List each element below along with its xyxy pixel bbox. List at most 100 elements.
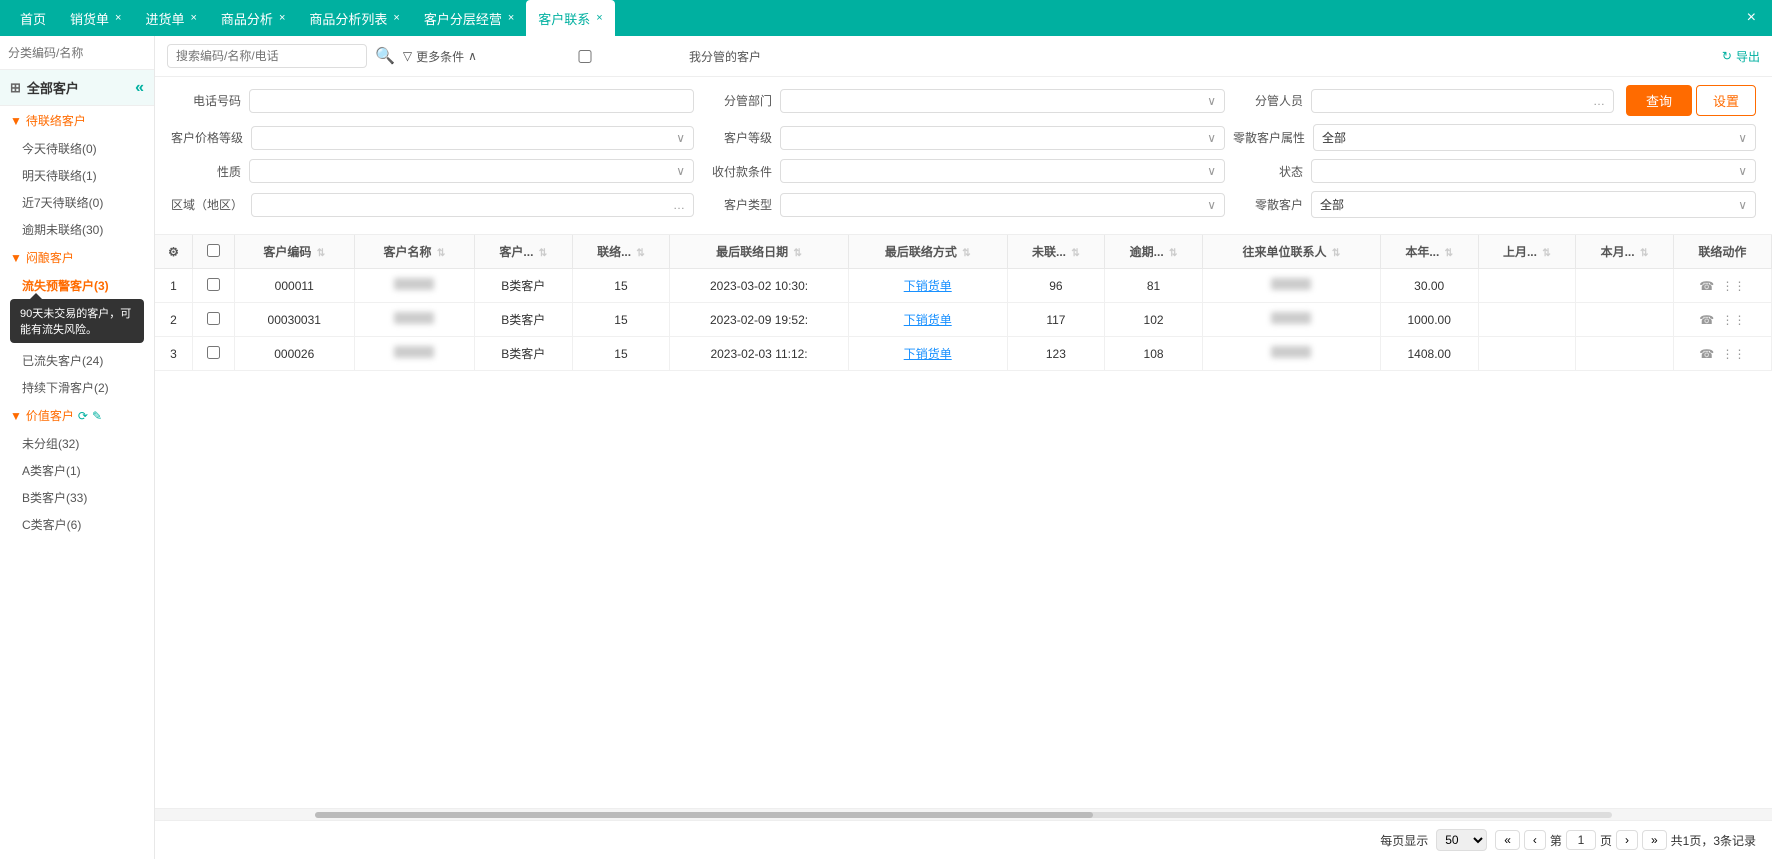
page-first-btn[interactable]: « [1495, 830, 1520, 850]
col-this-month[interactable]: 本月... ⇅ [1576, 235, 1674, 269]
per-page-select[interactable]: 50 100 200 [1436, 829, 1487, 851]
collapse-icon[interactable]: « [135, 79, 144, 97]
cell-method-3[interactable]: 下销货单 [848, 337, 1007, 371]
sidebar-all-customers[interactable]: ⊞ 全部客户 « [0, 70, 154, 106]
action-icon-2a[interactable]: ☎ [1699, 313, 1714, 327]
filter-person-select[interactable]: … [1311, 89, 1614, 113]
tab-analysis-list-close[interactable]: × [393, 12, 399, 24]
col-person[interactable]: 往来单位联系人 ⇅ [1202, 235, 1380, 269]
row-checkbox-3[interactable] [207, 346, 220, 359]
filter-retail-customer-select[interactable]: 全部 ∨ [1311, 191, 1756, 218]
more-icon-person: … [1593, 94, 1605, 108]
sidebar-search-input[interactable] [8, 46, 155, 60]
cell-date-2: 2023-02-09 19:52: [670, 303, 849, 337]
row-checkbox-1[interactable] [207, 278, 220, 291]
col-type[interactable]: 客户... ⇅ [474, 235, 572, 269]
settings-button[interactable]: 设置 [1696, 85, 1756, 116]
export-button[interactable]: ↻ 导出 [1722, 48, 1760, 65]
filter-status-label: 状态 [1233, 163, 1303, 180]
scrollbar-thumb[interactable] [315, 812, 1093, 818]
col-name[interactable]: 客户名称 ⇅ [354, 235, 474, 269]
page-prev-btn[interactable]: ‹ [1524, 830, 1546, 850]
tab-customer-tier[interactable]: 客户分层经营 × [412, 0, 526, 36]
sidebar-item-class-c[interactable]: C类客户(6) [0, 511, 154, 538]
col-uncontacted[interactable]: 未联... ⇅ [1007, 235, 1105, 269]
filter-retail-attr-select[interactable]: 全部 ∨ [1313, 124, 1756, 151]
cell-year-1: 30.00 [1380, 269, 1478, 303]
query-button[interactable]: 查询 [1626, 85, 1692, 116]
sidebar-group-value-title[interactable]: ▼ 价值客户 ⟳ ✎ [0, 401, 154, 430]
select-all-checkbox[interactable] [207, 244, 220, 257]
export-icon: ↻ [1722, 49, 1732, 63]
settings-icon[interactable]: ⚙ [168, 245, 179, 259]
tab-purchase[interactable]: 进货单 × [133, 0, 208, 36]
tab-home[interactable]: 首页 [8, 0, 58, 36]
tab-purchase-close[interactable]: × [190, 12, 196, 24]
filter-region-select[interactable]: … [251, 193, 694, 217]
col-last-date[interactable]: 最后联络日期 ⇅ [670, 235, 849, 269]
col-last-method[interactable]: 最后联络方式 ⇅ [848, 235, 1007, 269]
sidebar-group-pending-title[interactable]: ▼ 待联络客户 [0, 106, 154, 135]
search-button[interactable]: 🔍 [375, 46, 395, 66]
filter-dept-select[interactable]: ∨ [780, 89, 1225, 113]
current-page[interactable]: 1 [1566, 830, 1596, 850]
search-input[interactable] [167, 44, 367, 68]
tab-analysis-close[interactable]: × [279, 12, 285, 24]
sidebar-item-class-b[interactable]: B类客户(33) [0, 484, 154, 511]
filter-price-level-select[interactable]: ∨ [251, 126, 694, 150]
action-icon-1b[interactable]: ⋮⋮ [1722, 279, 1746, 293]
horizontal-scrollbar[interactable] [155, 808, 1772, 820]
my-customers-checkbox[interactable] [485, 50, 685, 63]
col-contact[interactable]: 联络... ⇅ [572, 235, 670, 269]
col-check[interactable] [192, 235, 234, 269]
col-code[interactable]: 客户编码 ⇅ [234, 235, 354, 269]
action-icon-3b[interactable]: ⋮⋮ [1722, 347, 1746, 361]
window-close[interactable]: × [1739, 9, 1764, 27]
sidebar-group-churn-title[interactable]: ▼ 闷酿客户 [0, 243, 154, 272]
cell-method-1[interactable]: 下销货单 [848, 269, 1007, 303]
cell-check-3[interactable] [192, 337, 234, 371]
cell-check-1[interactable] [192, 269, 234, 303]
sidebar-item-today[interactable]: 今天待联络(0) [0, 135, 154, 162]
my-customers-checkbox-label[interactable]: 我分管的客户 [485, 48, 761, 65]
tab-analysis[interactable]: 商品分析 × [209, 0, 297, 36]
filter-customer-type-select[interactable]: ∨ [780, 193, 1225, 217]
filter-nature-select[interactable]: ∨ [249, 159, 694, 183]
tab-analysis-list[interactable]: 商品分析列表 × [297, 0, 411, 36]
col-last-month[interactable]: 上月... ⇅ [1478, 235, 1576, 269]
sidebar-item-class-a[interactable]: A类客户(1) [0, 457, 154, 484]
tab-customer-contact[interactable]: 客户联系 × [526, 0, 614, 36]
tab-sales-close[interactable]: × [115, 12, 121, 24]
page-last-btn[interactable]: » [1642, 830, 1667, 850]
cell-contact-1: 15 [572, 269, 670, 303]
cell-method-2[interactable]: 下销货单 [848, 303, 1007, 337]
cell-check-2[interactable] [192, 303, 234, 337]
action-icon-2b[interactable]: ⋮⋮ [1722, 313, 1746, 327]
sidebar-item-churn-warning[interactable]: 流失预警客户(3) [0, 272, 154, 299]
filter-phone-input[interactable] [249, 89, 694, 113]
tab-customer-tier-close[interactable]: × [508, 12, 514, 24]
col-this-year[interactable]: 本年... ⇅ [1380, 235, 1478, 269]
sidebar-item-lost[interactable]: 已流失客户(24) [0, 347, 154, 374]
action-icon-1a[interactable]: ☎ [1699, 279, 1714, 293]
sidebar-item-declining[interactable]: 持续下滑客户(2) [0, 374, 154, 401]
sidebar-item-overdue[interactable]: 逾期未联络(30) [0, 216, 154, 243]
refresh-icon[interactable]: ⟳ [78, 409, 88, 423]
edit-icon[interactable]: ✎ [92, 409, 102, 423]
cell-month-3 [1576, 337, 1674, 371]
sidebar-item-tomorrow[interactable]: 明天待联络(1) [0, 162, 154, 189]
filter-payment-select[interactable]: ∨ [780, 159, 1225, 183]
cell-month-2 [1576, 303, 1674, 337]
filter-status-select[interactable]: ∨ [1311, 159, 1756, 183]
filter-more-button[interactable]: ▽ 更多条件 ∧ [403, 48, 477, 65]
action-icon-3a[interactable]: ☎ [1699, 347, 1714, 361]
row-checkbox-2[interactable] [207, 312, 220, 325]
tab-customer-contact-close[interactable]: × [596, 12, 602, 24]
col-overdue[interactable]: 逾期... ⇅ [1105, 235, 1203, 269]
page-next-btn[interactable]: › [1616, 830, 1638, 850]
filter-customer-level-select[interactable]: ∨ [780, 126, 1225, 150]
sort-icon-this-month: ⇅ [1640, 248, 1648, 259]
sidebar-item-ungrouped[interactable]: 未分组(32) [0, 430, 154, 457]
tab-sales[interactable]: 销货单 × [58, 0, 133, 36]
sidebar-item-7days[interactable]: 近7天待联络(0) [0, 189, 154, 216]
